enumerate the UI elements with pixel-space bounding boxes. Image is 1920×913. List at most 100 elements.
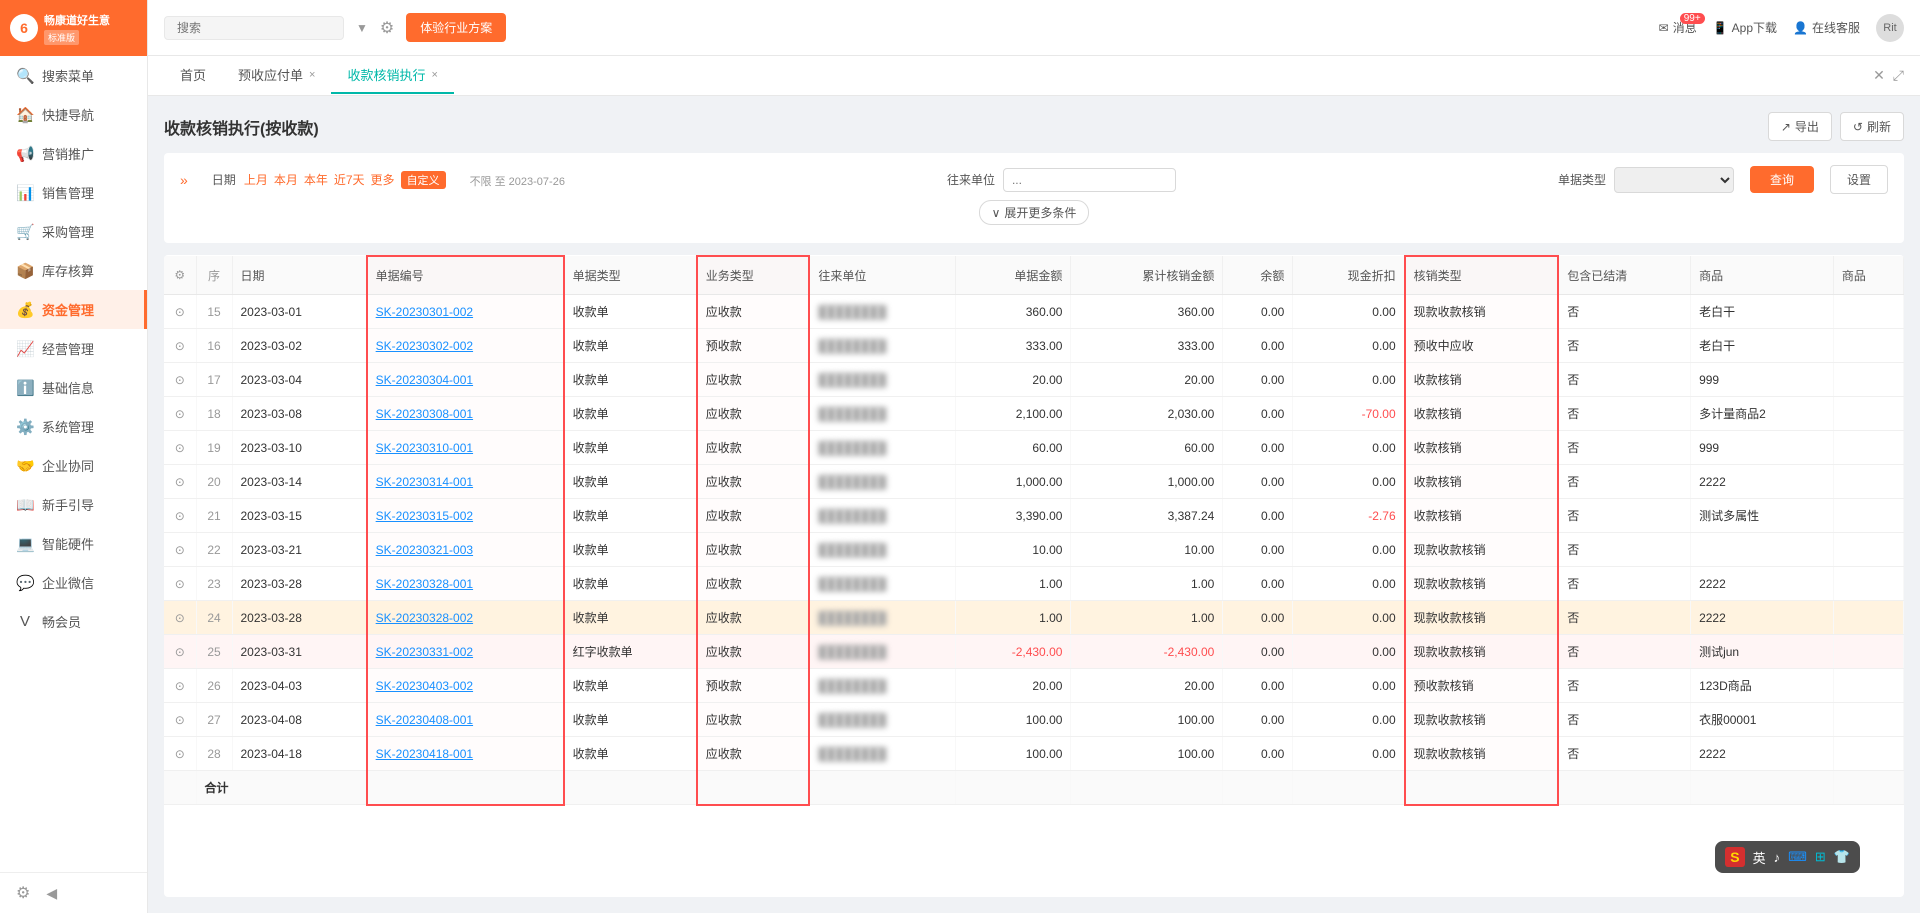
date-more[interactable]: 更多 bbox=[371, 171, 395, 188]
row-gear[interactable]: ⊙ bbox=[164, 601, 196, 635]
sidebar-item-wechat[interactable]: 💬企业微信 bbox=[0, 563, 147, 602]
row-gear[interactable]: ⊙ bbox=[164, 635, 196, 669]
order-link[interactable]: SK-20230314-001 bbox=[376, 475, 473, 489]
date-this-month[interactable]: 本月 bbox=[274, 171, 298, 188]
message-group[interactable]: ✉ 消息 99+ bbox=[1659, 19, 1697, 36]
expand-button[interactable]: ∨ 展开更多条件 bbox=[979, 200, 1090, 225]
app-download-group[interactable]: 📱 App下载 bbox=[1713, 19, 1777, 36]
table-row[interactable]: ⊙ 21 2023-03-15 SK-20230315-002 收款单 应收款 … bbox=[164, 499, 1904, 533]
export-button[interactable]: ↗ 导出 bbox=[1768, 112, 1832, 141]
float-brand[interactable]: 英 bbox=[1753, 848, 1766, 867]
order-link[interactable]: SK-20230301-002 bbox=[376, 305, 473, 319]
row-gear[interactable]: ⊙ bbox=[164, 329, 196, 363]
float-mic-icon[interactable]: ♪ bbox=[1774, 850, 1781, 865]
collapse-icon[interactable]: ◀ bbox=[46, 885, 57, 902]
table-row[interactable]: ⊙ 22 2023-03-21 SK-20230321-003 收款单 应收款 … bbox=[164, 533, 1904, 567]
doctype-select[interactable] bbox=[1614, 167, 1734, 193]
order-link[interactable]: SK-20230310-001 bbox=[376, 441, 473, 455]
row-gear[interactable]: ⊙ bbox=[164, 397, 196, 431]
row-gear[interactable]: ⊙ bbox=[164, 499, 196, 533]
sidebar-item-system[interactable]: ⚙️系统管理 bbox=[0, 407, 147, 446]
table-row[interactable]: ⊙ 26 2023-04-03 SK-20230403-002 收款单 预收款 … bbox=[164, 669, 1904, 703]
sidebar-item-inventory[interactable]: 📦库存核算 bbox=[0, 251, 147, 290]
row-gear[interactable]: ⊙ bbox=[164, 431, 196, 465]
solution-button[interactable]: 体验行业方案 bbox=[406, 13, 506, 42]
date-last-month[interactable]: 上月 bbox=[244, 171, 268, 188]
table-row[interactable]: ⊙ 28 2023-04-18 SK-20230418-001 收款单 应收款 … bbox=[164, 737, 1904, 771]
sidebar-item-guide[interactable]: 📖新手引导 bbox=[0, 485, 147, 524]
sidebar-item-operations[interactable]: 📈经营管理 bbox=[0, 329, 147, 368]
close-window-icon[interactable]: ✕ bbox=[1873, 67, 1885, 84]
row-gear[interactable]: ⊙ bbox=[164, 703, 196, 737]
order-link[interactable]: SK-20230321-003 bbox=[376, 543, 473, 557]
table-row[interactable]: ⊙ 20 2023-03-14 SK-20230314-001 收款单 应收款 … bbox=[164, 465, 1904, 499]
filter-toggle[interactable]: » bbox=[180, 172, 188, 188]
settings-icon[interactable]: ⚙ bbox=[16, 883, 30, 903]
query-button[interactable]: 查询 bbox=[1750, 166, 1814, 193]
order-link[interactable]: SK-20230418-001 bbox=[376, 747, 473, 761]
table-row[interactable]: ⊙ 25 2023-03-31 SK-20230331-002 红字收款单 应收… bbox=[164, 635, 1904, 669]
row-gear[interactable]: ⊙ bbox=[164, 669, 196, 703]
sidebar-item-quicknav[interactable]: 🏠快捷导航 bbox=[0, 95, 147, 134]
row-goods2 bbox=[1833, 431, 1903, 465]
sidebar-item-enterprise[interactable]: 🤝企业协同 bbox=[0, 446, 147, 485]
date-7days[interactable]: 近7天 bbox=[334, 171, 365, 188]
float-shirt-icon[interactable]: 👕 bbox=[1834, 849, 1850, 865]
order-link[interactable]: SK-20230304-001 bbox=[376, 373, 473, 387]
row-verified: 333.00 bbox=[1071, 329, 1223, 363]
sidebar-item-basic[interactable]: ℹ️基础信息 bbox=[0, 368, 147, 407]
order-link[interactable]: SK-20230328-001 bbox=[376, 577, 473, 591]
order-link[interactable]: SK-20230331-002 bbox=[376, 645, 473, 659]
table-row[interactable]: ⊙ 19 2023-03-10 SK-20230310-001 收款单 应收款 … bbox=[164, 431, 1904, 465]
sidebar-item-finance[interactable]: 💰资金管理 bbox=[0, 290, 147, 329]
row-gear[interactable]: ⊙ bbox=[164, 295, 196, 329]
order-link[interactable]: SK-20230308-001 bbox=[376, 407, 473, 421]
tab-collection[interactable]: 收款核销执行× bbox=[331, 57, 453, 94]
order-link[interactable]: SK-20230403-002 bbox=[376, 679, 473, 693]
partner-input[interactable] bbox=[1003, 168, 1176, 192]
total-discount bbox=[1293, 771, 1405, 805]
tab-prepaid[interactable]: 预收应付单× bbox=[222, 57, 331, 94]
row-gear[interactable]: ⊙ bbox=[164, 533, 196, 567]
order-link[interactable]: SK-20230315-002 bbox=[376, 509, 473, 523]
sidebar-item-purchase[interactable]: 🛒采购管理 bbox=[0, 212, 147, 251]
row-gear[interactable]: ⊙ bbox=[164, 465, 196, 499]
sidebar-item-search[interactable]: 🔍搜索菜单 bbox=[0, 56, 147, 95]
message-icon: ✉ bbox=[1659, 21, 1669, 35]
th-gear[interactable]: ⚙ bbox=[164, 256, 196, 295]
order-link[interactable]: SK-20230408-001 bbox=[376, 713, 473, 727]
row-gear[interactable]: ⊙ bbox=[164, 567, 196, 601]
table-row[interactable]: ⊙ 24 2023-03-28 SK-20230328-002 收款单 应收款 … bbox=[164, 601, 1904, 635]
table-row[interactable]: ⊙ 18 2023-03-08 SK-20230308-001 收款单 应收款 … bbox=[164, 397, 1904, 431]
avatar[interactable]: Rit bbox=[1876, 14, 1904, 42]
row-cancel-type: 现款收款核销 bbox=[1405, 567, 1559, 601]
table-row[interactable]: ⊙ 17 2023-03-04 SK-20230304-001 收款单 应收款 … bbox=[164, 363, 1904, 397]
sidebar-item-marketing[interactable]: 📢营销推广 bbox=[0, 134, 147, 173]
order-link[interactable]: SK-20230302-002 bbox=[376, 339, 473, 353]
row-gear[interactable]: ⊙ bbox=[164, 737, 196, 771]
table-row[interactable]: ⊙ 23 2023-03-28 SK-20230328-001 收款单 应收款 … bbox=[164, 567, 1904, 601]
float-keyboard-icon[interactable]: ⌨ bbox=[1788, 849, 1807, 865]
table-row[interactable]: ⊙ 27 2023-04-08 SK-20230408-001 收款单 应收款 … bbox=[164, 703, 1904, 737]
tab-home[interactable]: 首页 bbox=[164, 57, 222, 94]
search-input[interactable] bbox=[164, 16, 344, 40]
date-custom[interactable]: 自定义 bbox=[401, 171, 446, 189]
gear-icon[interactable]: ⚙ bbox=[380, 18, 394, 38]
refresh-button[interactable]: ↺ 刷新 bbox=[1840, 112, 1904, 141]
sidebar-item-sales[interactable]: 📊销售管理 bbox=[0, 173, 147, 212]
sidebar-item-hardware[interactable]: 💻智能硬件 bbox=[0, 524, 147, 563]
sidebar-item-member[interactable]: V畅会员 bbox=[0, 602, 147, 641]
filter-settings-button[interactable]: 设置 bbox=[1830, 165, 1888, 194]
table-row[interactable]: ⊙ 16 2023-03-02 SK-20230302-002 收款单 预收款 … bbox=[164, 329, 1904, 363]
float-grid-icon[interactable]: ⊞ bbox=[1815, 849, 1826, 865]
row-verified: 100.00 bbox=[1071, 703, 1223, 737]
order-link[interactable]: SK-20230328-002 bbox=[376, 611, 473, 625]
maximize-icon[interactable]: ⤢ bbox=[1893, 67, 1904, 84]
service-group[interactable]: 👤 在线客服 bbox=[1793, 19, 1860, 36]
row-gear[interactable]: ⊙ bbox=[164, 363, 196, 397]
table-row[interactable]: ⊙ 15 2023-03-01 SK-20230301-002 收款单 应收款 … bbox=[164, 295, 1904, 329]
tab-close-collection[interactable]: × bbox=[431, 69, 437, 81]
date-this-year[interactable]: 本年 bbox=[304, 171, 328, 188]
tab-close-prepaid[interactable]: × bbox=[309, 69, 315, 81]
message-badge: 99+ bbox=[1680, 13, 1705, 24]
